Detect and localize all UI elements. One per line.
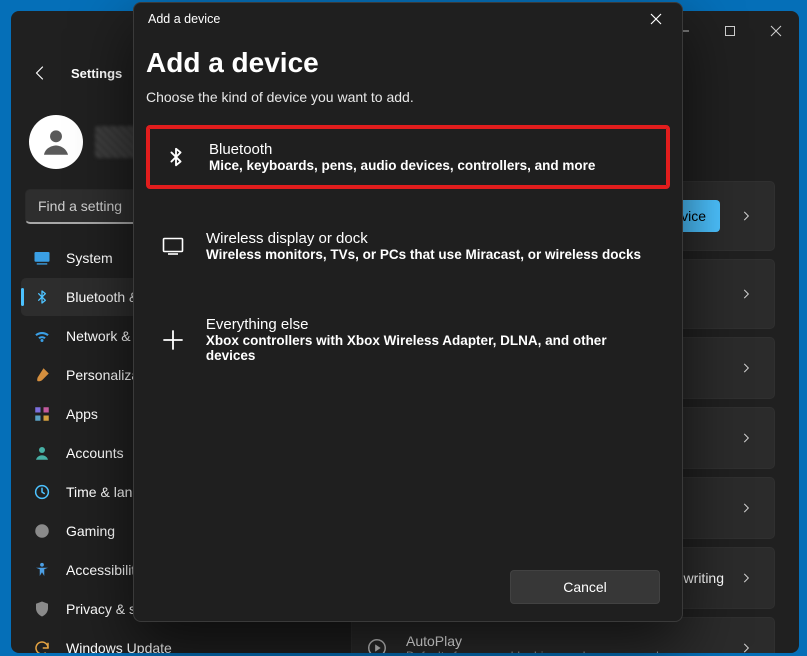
search-placeholder: Find a setting — [38, 198, 122, 214]
dialog-subtitle: Choose the kind of device you want to ad… — [146, 89, 670, 105]
option-everything-else[interactable]: Everything else Xbox controllers with Xb… — [146, 303, 670, 376]
cancel-button-label: Cancel — [563, 579, 607, 595]
sidebar-item-label: Gaming — [66, 523, 115, 539]
sidebar-item-update[interactable]: Windows Update — [21, 629, 311, 653]
option-title: Bluetooth — [209, 141, 595, 158]
chevron-right-icon — [724, 287, 768, 301]
autoplay-icon — [352, 637, 402, 653]
system-icon — [33, 249, 51, 267]
app-title: Settings — [71, 66, 122, 81]
dialog-titlebar-text: Add a device — [148, 12, 220, 26]
dialog-footer: Cancel — [134, 553, 682, 621]
option-bluetooth[interactable]: Bluetooth Mice, keyboards, pens, audio d… — [146, 125, 670, 189]
brush-icon — [33, 366, 51, 384]
accounts-icon — [33, 444, 51, 462]
gaming-icon — [33, 522, 51, 540]
sidebar-item-label: Accounts — [66, 445, 124, 461]
back-button[interactable] — [29, 61, 53, 85]
option-desc: Mice, keyboards, pens, audio devices, co… — [209, 158, 595, 173]
card-title: AutoPlay — [406, 633, 724, 649]
accessibility-icon — [33, 561, 51, 579]
card-autoplay[interactable]: AutoPlay Defaults for removable drives a… — [351, 617, 775, 653]
plus-icon — [158, 325, 188, 355]
window-close-button[interactable] — [753, 11, 799, 51]
bluetooth-icon — [161, 142, 191, 172]
update-icon — [33, 639, 51, 653]
sidebar-item-label: Apps — [66, 406, 98, 422]
bluetooth-icon — [33, 288, 51, 306]
chevron-right-icon — [724, 641, 768, 653]
clock-icon — [33, 483, 51, 501]
chevron-right-icon — [724, 501, 768, 515]
apps-icon — [33, 405, 51, 423]
avatar — [29, 115, 83, 169]
wifi-icon — [33, 327, 51, 345]
chevron-right-icon — [724, 361, 768, 375]
option-title: Wireless display or dock — [206, 230, 641, 247]
add-device-dialog: Add a device Add a device Choose the kin… — [133, 2, 683, 622]
option-desc: Xbox controllers with Xbox Wireless Adap… — [206, 333, 658, 363]
display-icon — [158, 231, 188, 261]
cancel-button[interactable]: Cancel — [510, 570, 660, 604]
sidebar-item-label: Accessibility — [66, 562, 142, 578]
dialog-heading: Add a device — [146, 47, 670, 79]
chevron-right-icon — [724, 571, 768, 585]
shield-icon — [33, 600, 51, 618]
option-title: Everything else — [206, 316, 658, 333]
option-wireless-display[interactable]: Wireless display or dock Wireless monito… — [146, 217, 670, 275]
card-subtitle: Defaults for removable drives and memory… — [406, 649, 724, 653]
window-maximize-button[interactable] — [707, 11, 753, 51]
dialog-titlebar: Add a device — [134, 3, 682, 35]
chevron-right-icon — [724, 209, 768, 223]
chevron-right-icon — [724, 431, 768, 445]
option-desc: Wireless monitors, TVs, or PCs that use … — [206, 247, 641, 262]
sidebar-item-label: Windows Update — [66, 640, 172, 653]
dialog-close-button[interactable] — [636, 3, 676, 35]
sidebar-item-label: System — [66, 250, 113, 266]
